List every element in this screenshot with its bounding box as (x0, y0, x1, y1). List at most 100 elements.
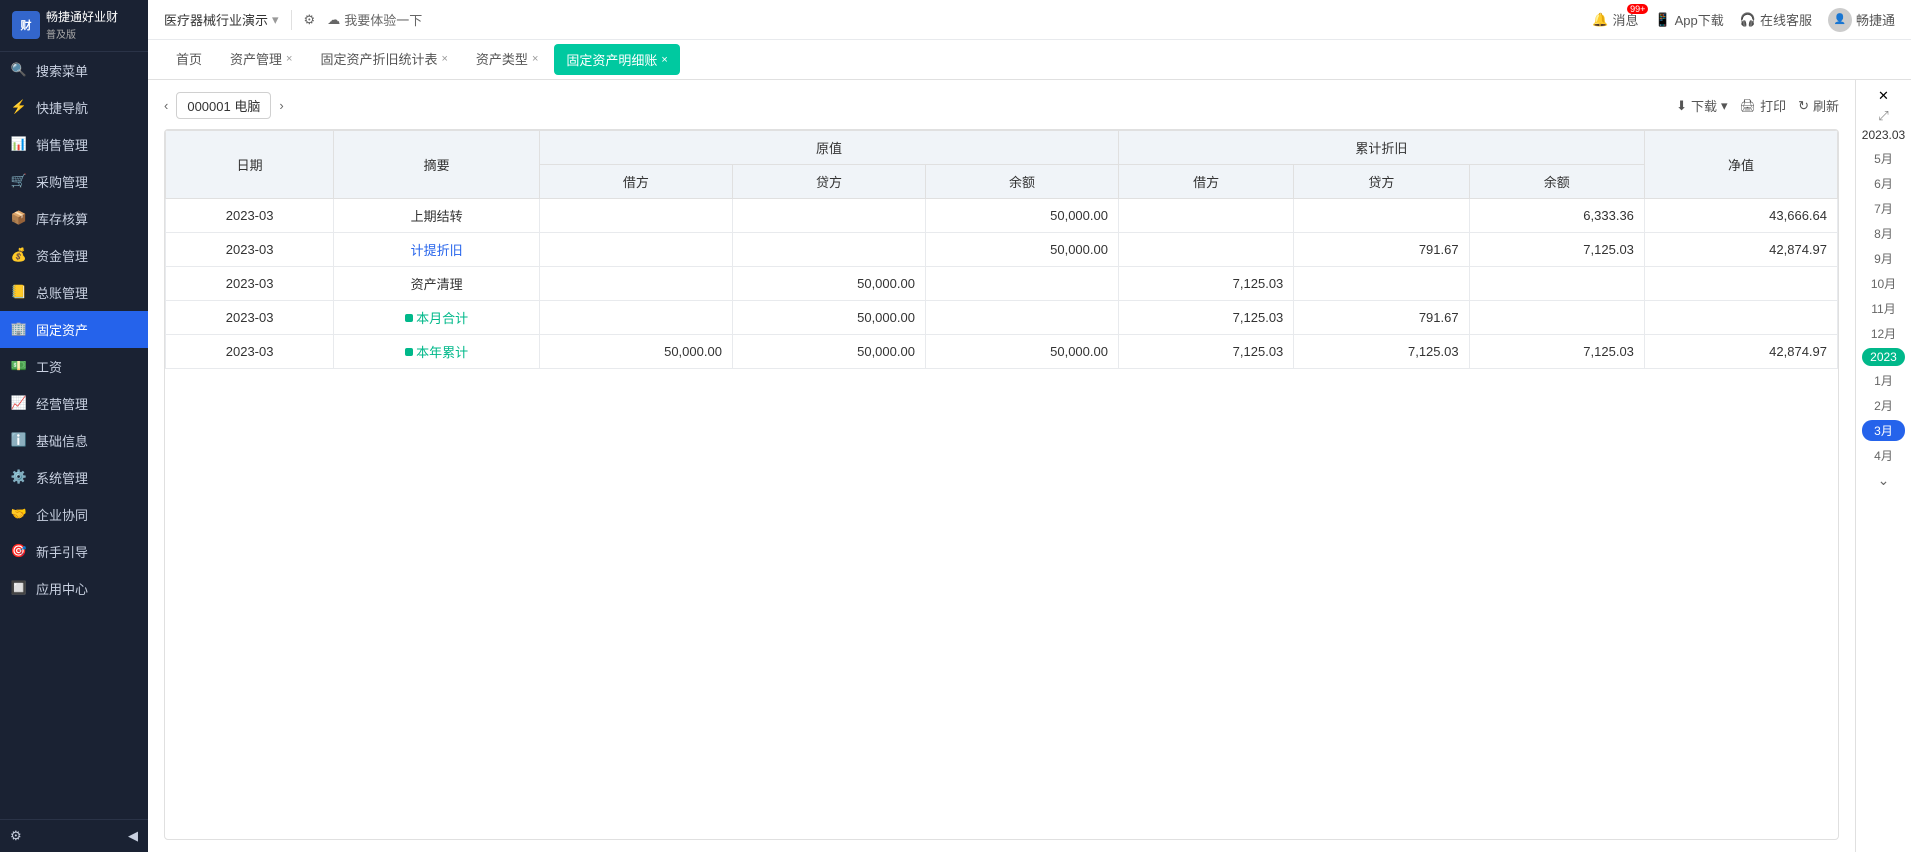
topbar-divider (291, 10, 292, 30)
tab-home[interactable]: 首页 (164, 43, 214, 76)
sidebar-item-guide[interactable]: 🎯 新手引导 (0, 533, 148, 570)
settings-icon[interactable]: ⚙ (10, 828, 22, 844)
row-date: 2023-03 (166, 199, 334, 233)
topbar-right: 🔔 消息 99+ 📱 App下载 🎧 在线客服 👤 畅捷通 (1592, 8, 1895, 32)
row-orig-balance: 50,000.00 (925, 233, 1118, 267)
timeline-item[interactable]: 1月 (1862, 368, 1905, 393)
asset-id: 000001 电脑 (176, 92, 271, 119)
timeline-item[interactable]: 2月 (1862, 393, 1905, 418)
row-accum-credit (1294, 199, 1469, 233)
system-icon: ⚙️ (10, 468, 28, 486)
timeline-item[interactable]: 2023 (1862, 348, 1905, 366)
timeline-entries: 2023.035月6月7月8月9月10月11月12月20231月2月3月4月 (1862, 124, 1905, 468)
user-menu[interactable]: 👤 畅捷通 (1828, 8, 1895, 32)
guide-icon: 🎯 (10, 542, 28, 560)
timeline-item[interactable]: 6月 (1862, 171, 1905, 196)
sidebar-item-purchase[interactable]: 🛒 采购管理 (0, 163, 148, 200)
timeline-item[interactable]: 7月 (1862, 196, 1905, 221)
tab-asset-detail[interactable]: 固定资产明细账 × (554, 44, 679, 75)
sidebar-item-operations[interactable]: 📈 经营管理 (0, 385, 148, 422)
sidebar-item-collab[interactable]: 🤝 企业协同 (0, 496, 148, 533)
tab-close-asset-type[interactable]: × (532, 53, 538, 65)
search-icon: 🔍 (10, 61, 28, 79)
online-support-button[interactable]: 🎧 在线客服 (1740, 10, 1812, 29)
timeline-item[interactable]: 11月 (1862, 296, 1905, 321)
collab-icon: 🤝 (10, 505, 28, 523)
sidebar-item-system[interactable]: ⚙️ 系统管理 (0, 459, 148, 496)
experience-button[interactable]: ☁ 我要体验一下 (327, 10, 422, 29)
tab-asset-type[interactable]: 资产类型 × (464, 43, 550, 76)
asset-navigation: ‹ 000001 电脑 › ⬇ 下载 ▾ 🖨 打印 ↻ 刷新 (164, 92, 1839, 119)
sidebar-item-inventory[interactable]: 📦 库存核算 (0, 200, 148, 237)
col-accumulated-dep: 累计折旧 (1118, 131, 1644, 165)
tabbar: 首页 资产管理 × 固定资产折旧统计表 × 资产类型 × 固定资产明细账 × (148, 40, 1911, 80)
row-orig-credit: 50,000.00 (732, 301, 925, 335)
sidebar-item-quick-nav[interactable]: ⚡ 快捷导航 (0, 89, 148, 126)
col-summary: 摘要 (334, 131, 540, 199)
row-accum-debit (1118, 199, 1293, 233)
print-button[interactable]: 🖨 打印 (1740, 96, 1787, 115)
company-dropdown-icon: ▾ (272, 12, 279, 28)
row-orig-credit (732, 233, 925, 267)
sidebar-item-fixed-assets[interactable]: 🏢 固定资产 (0, 311, 148, 348)
download-dropdown-icon: ▾ (1721, 98, 1728, 114)
logo-icon: 财 (12, 11, 40, 39)
timeline-item[interactable]: 8月 (1862, 221, 1905, 246)
payroll-icon: 💵 (10, 357, 28, 375)
row-orig-debit (539, 301, 732, 335)
timeline-item[interactable]: 5月 (1862, 146, 1905, 171)
row-date: 2023-03 (166, 335, 334, 369)
sidebar-collapse-button[interactable]: ◀ (128, 828, 138, 844)
settings-button[interactable]: ⚙ (304, 12, 316, 28)
sidebar-item-basic-info[interactable]: ℹ️ 基础信息 (0, 422, 148, 459)
row-net-value (1644, 267, 1837, 301)
timeline-item[interactable]: 12月 (1862, 321, 1905, 346)
download-button[interactable]: ⬇ 下载 ▾ (1676, 96, 1727, 115)
sidebar-item-ledger[interactable]: 📒 总账管理 (0, 274, 148, 311)
tab-depreciation-stat[interactable]: 固定资产折旧统计表 × (308, 43, 459, 76)
app-download-button[interactable]: 📱 App下载 (1654, 10, 1723, 29)
sidebar-item-sales[interactable]: 📊 销售管理 (0, 126, 148, 163)
row-orig-debit: 50,000.00 (539, 335, 732, 369)
logo-sub: 普及版 (46, 26, 118, 41)
row-accum-debit (1118, 233, 1293, 267)
inventory-icon: 📦 (10, 209, 28, 227)
row-orig-balance: 50,000.00 (925, 335, 1118, 369)
col-original-value: 原值 (539, 131, 1118, 165)
timeline-close-button[interactable]: ✕ (1856, 84, 1911, 108)
tab-asset-mgmt[interactable]: 资产管理 × (218, 43, 304, 76)
ledger-table: 日期 摘要 原值 累计折旧 净值 借方 贷方 余额 借方 贷方 余额 (164, 129, 1839, 840)
cloud-icon: ☁ (327, 12, 340, 28)
row-orig-credit: 50,000.00 (732, 267, 925, 301)
main-area: 医疗器械行业演示 ▾ ⚙ ☁ 我要体验一下 🔔 消息 99+ 📱 App下载 🎧… (148, 0, 1911, 852)
company-selector[interactable]: 医疗器械行业演示 ▾ (164, 10, 279, 29)
prev-asset-button[interactable]: ‹ (164, 98, 168, 113)
row-accum-debit: 7,125.03 (1118, 267, 1293, 301)
sidebar-item-funds[interactable]: 💰 资金管理 (0, 237, 148, 274)
row-accum-balance (1469, 301, 1644, 335)
notifications-button[interactable]: 🔔 消息 99+ (1592, 10, 1638, 29)
next-asset-button[interactable]: › (279, 98, 283, 113)
timeline-item[interactable]: 10月 (1862, 271, 1905, 296)
row-accum-debit: 7,125.03 (1118, 301, 1293, 335)
row-accum-balance (1469, 267, 1644, 301)
sidebar-search[interactable]: 🔍 搜索菜单 (0, 52, 148, 89)
table-row: 2023-03 上期结转 50,000.00 6,333.36 43,666.6… (166, 199, 1838, 233)
row-date: 2023-03 (166, 267, 334, 301)
sidebar-item-payroll[interactable]: 💵 工资 (0, 348, 148, 385)
row-orig-credit (732, 199, 925, 233)
row-accum-balance: 7,125.03 (1469, 233, 1644, 267)
timeline-expand-button[interactable]: ⤢ (1878, 108, 1888, 124)
tab-close-asset-detail[interactable]: × (661, 54, 667, 66)
timeline-item[interactable]: 9月 (1862, 246, 1905, 271)
sidebar-item-app-center[interactable]: 🔲 应用中心 (0, 570, 148, 607)
tab-close-asset-mgmt[interactable]: × (286, 53, 292, 65)
row-accum-balance: 7,125.03 (1469, 335, 1644, 369)
timeline-item[interactable]: 4月 (1862, 443, 1905, 468)
row-summary: 计提折旧 (334, 233, 540, 267)
refresh-button[interactable]: ↻ 刷新 (1798, 96, 1839, 115)
row-net-value (1644, 301, 1837, 335)
timeline-scroll-down[interactable]: ⌄ (1874, 468, 1894, 493)
timeline-item[interactable]: 3月 (1862, 420, 1905, 441)
tab-close-depreciation-stat[interactable]: × (441, 53, 447, 65)
